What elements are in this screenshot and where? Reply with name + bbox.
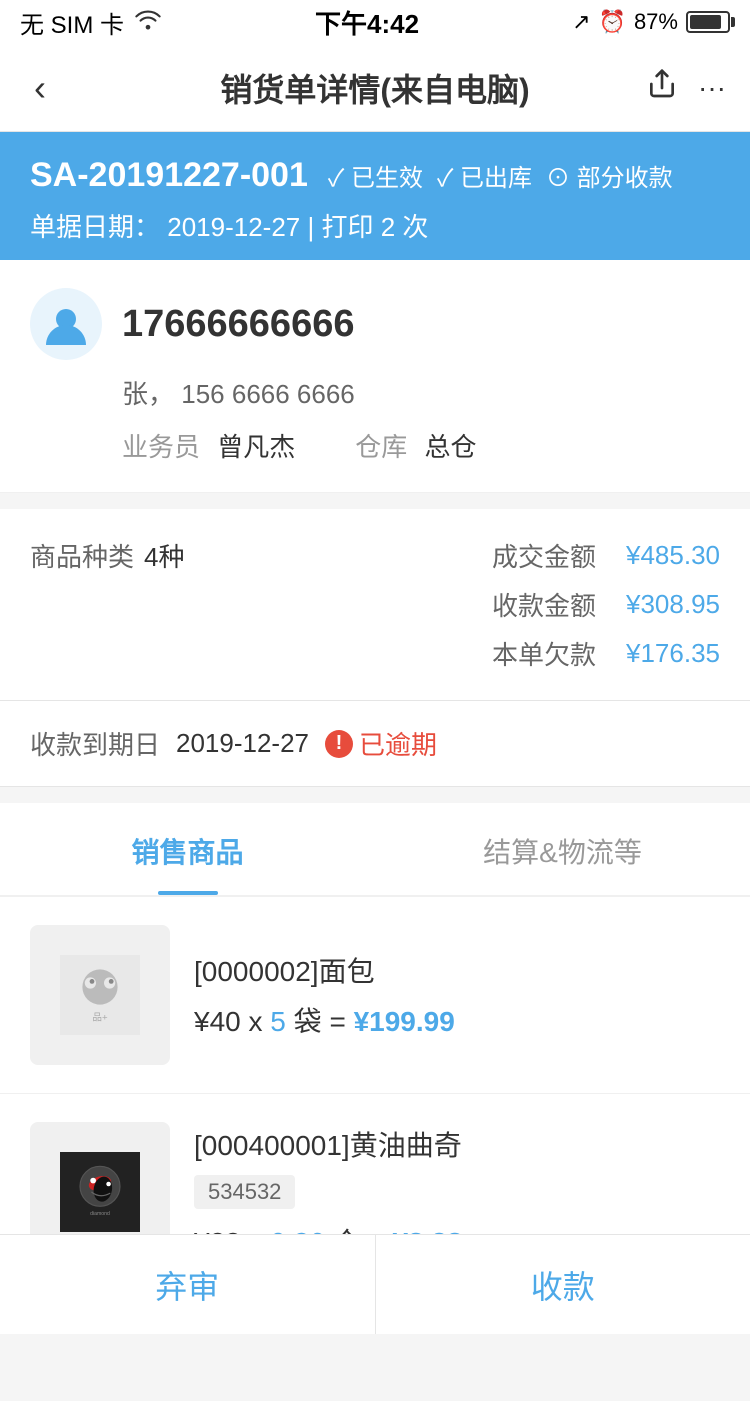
avatar: [30, 288, 102, 360]
stats-section: 商品种类 4种 成交金额 ¥485.30 收款金额 ¥308.95 本单欠款 ¥…: [0, 509, 750, 701]
debt-amount: ¥176.35: [626, 638, 720, 669]
location-icon: ↗: [572, 9, 590, 35]
transaction-row: 成交金额 ¥485.30: [492, 537, 720, 574]
received-row: 收款金额 ¥308.95: [492, 586, 720, 623]
due-date: 2019-12-27: [176, 728, 309, 759]
share-button[interactable]: [646, 68, 678, 107]
tab-settlement[interactable]: 结算&物流等: [375, 803, 750, 895]
back-button[interactable]: ‹: [24, 57, 56, 119]
warehouse-value: 总仓: [425, 432, 477, 462]
status-bar: 无 SIM 卡 下午4:42 ↗ ⏰ 87%: [0, 0, 750, 44]
divider: |: [307, 212, 321, 242]
customer-contact-phone: 156 6666 6666: [181, 379, 355, 409]
product-name-2: [000400001]黄油曲奇: [194, 1124, 720, 1164]
tab-underline: [158, 891, 218, 895]
types-value: 4种: [144, 537, 184, 574]
overdue-badge: ! 已逾期: [325, 725, 437, 762]
battery-icon: [686, 11, 730, 33]
debt-label: 本单欠款: [492, 635, 596, 672]
debt-row: 本单欠款 ¥176.35: [492, 635, 720, 672]
nav-bar: ‹ 销货单详情(来自电脑) ···: [0, 44, 750, 132]
customer-meta: 业务员 曾凡杰 仓库 总仓: [30, 427, 720, 464]
tag-effective: ✓ 已生效: [328, 158, 423, 193]
transaction-label: 成交金额: [492, 537, 596, 574]
received-label: 收款金额: [492, 586, 596, 623]
print-count: 2: [381, 212, 395, 242]
print-unit: 次: [402, 212, 428, 242]
nav-actions: ···: [646, 68, 726, 107]
total-1: ¥199.99: [354, 1006, 455, 1037]
collect-button[interactable]: 收款: [376, 1235, 750, 1334]
tag-partial-payment: ⊙ 部分收款: [546, 158, 673, 193]
tabs-row: 销售商品 结算&物流等: [0, 803, 750, 895]
price-1: ¥40: [194, 1006, 241, 1037]
status-time: 下午4:42: [315, 4, 419, 41]
battery-percent: 87%: [634, 9, 678, 35]
customer-contact: 张， 156 6666 6666: [30, 374, 720, 411]
banner-date: 单据日期： 2019-12-27 | 打印 2 次: [30, 207, 720, 244]
amounts: 成交金额 ¥485.30 收款金额 ¥308.95 本单欠款 ¥176.35: [492, 537, 720, 672]
salesman-item: 业务员 曾凡杰: [122, 427, 295, 464]
tab-products[interactable]: 销售商品: [0, 803, 375, 895]
overdue-text: 已逾期: [359, 725, 437, 762]
wifi-icon: [134, 8, 162, 37]
more-button[interactable]: ···: [698, 72, 726, 104]
received-amount: ¥308.95: [626, 589, 720, 620]
salesman-label: 业务员: [122, 432, 200, 462]
unit-1: 袋: [294, 1006, 322, 1037]
svg-text:品+: 品+: [92, 1013, 108, 1024]
abandon-button[interactable]: 弃审: [0, 1235, 376, 1334]
status-tags: ✓ 已生效 ✓ 已出库 ⊙ 部分收款: [328, 158, 673, 193]
alarm-icon: ⏰: [599, 9, 626, 35]
product-sku-2: 534532: [194, 1175, 295, 1209]
types-label: 商品种类: [30, 537, 134, 574]
status-left: 无 SIM 卡: [20, 5, 162, 40]
salesman-value: 曾凡杰: [217, 432, 295, 462]
warehouse-label: 仓库: [355, 432, 407, 462]
order-date: 2019-12-27: [167, 212, 300, 242]
transaction-amount: ¥485.30: [626, 540, 720, 571]
tag-outbound: ✓ 已出库: [437, 158, 532, 193]
bottom-bar: 弃审 收款: [0, 1234, 750, 1334]
overdue-icon: !: [325, 730, 353, 758]
status-right: ↗ ⏰ 87%: [572, 9, 730, 35]
print-label: 打印: [321, 212, 373, 242]
warehouse-item: 仓库 总仓: [355, 427, 476, 464]
banner-top: SA-20191227-001 ✓ 已生效 ✓ 已出库 ⊙ 部分收款: [30, 156, 720, 195]
svg-text:diamond: diamond: [90, 1211, 110, 1217]
product-info-1: [0000002]面包 ¥40 x 5 袋 = ¥199.99: [194, 950, 720, 1040]
page-title: 销货单详情(来自电脑): [220, 65, 529, 111]
due-label: 收款到期日: [30, 725, 160, 762]
product-types: 商品种类 4种: [30, 537, 184, 574]
customer-top: 17666666666: [30, 288, 720, 360]
product-item: 品+ [0000002]面包 ¥40 x 5 袋 = ¥199.99: [0, 897, 750, 1094]
signal-no-sim: 无 SIM 卡: [20, 5, 124, 40]
tabs-section: 销售商品 结算&物流等: [0, 803, 750, 897]
products-section: 品+ [0000002]面包 ¥40 x 5 袋 = ¥199.99: [0, 897, 750, 1291]
header-banner: SA-20191227-001 ✓ 已生效 ✓ 已出库 ⊙ 部分收款 单据日期：…: [0, 132, 750, 260]
customer-section: 17666666666 张， 156 6666 6666 业务员 曾凡杰 仓库 …: [0, 260, 750, 493]
product-name-1: [0000002]面包: [194, 950, 720, 990]
customer-phone: 17666666666: [122, 303, 354, 346]
customer-name-text: 张: [122, 379, 148, 409]
order-id: SA-20191227-001: [30, 156, 308, 195]
date-label: 单据日期：: [30, 212, 160, 242]
due-section: 收款到期日 2019-12-27 ! 已逾期: [0, 701, 750, 787]
product-thumb-1: 品+: [30, 925, 170, 1065]
product-price-1: ¥40 x 5 袋 = ¥199.99: [194, 1000, 720, 1040]
qty-1: 5: [270, 1006, 286, 1037]
